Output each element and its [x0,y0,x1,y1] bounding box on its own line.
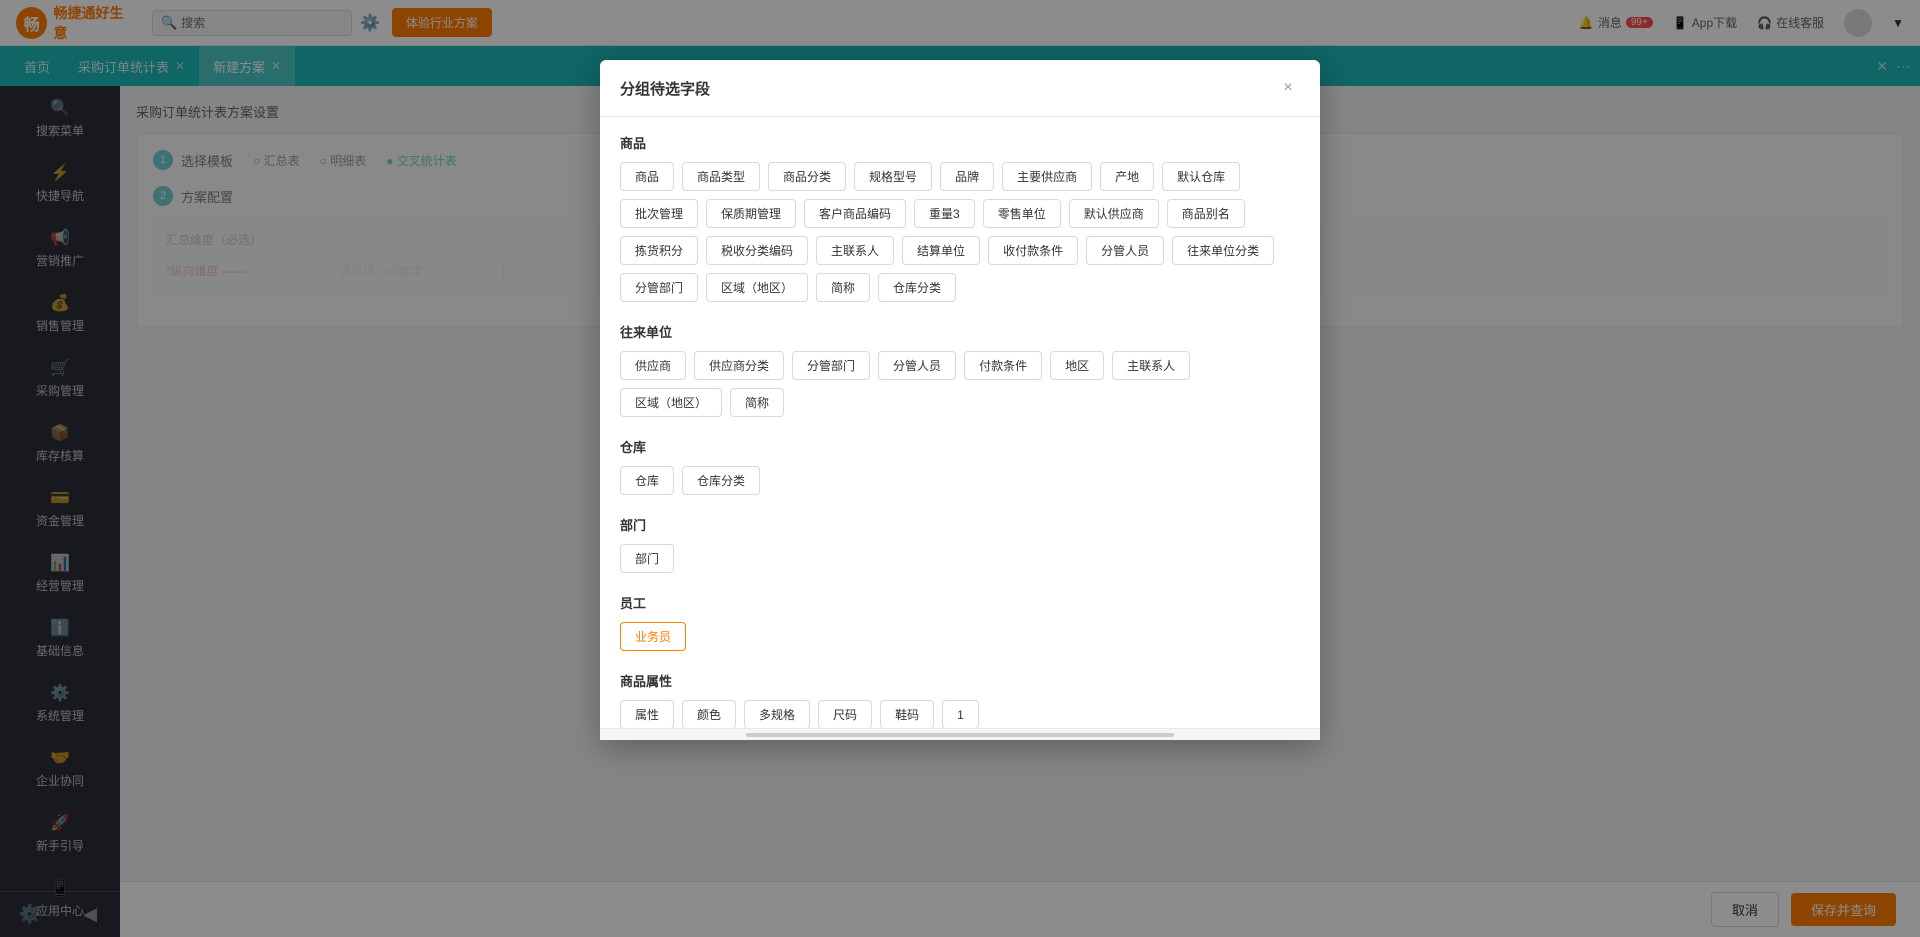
field-tags-employee: 业务员 [620,622,1300,651]
field-tag-department[interactable]: 部门 [620,544,674,573]
field-tag-size[interactable]: 尺码 [818,700,872,728]
field-tag-dept[interactable]: 分管部门 [620,273,698,302]
field-tag-warehouse-category[interactable]: 仓库分类 [682,466,760,495]
field-tag-settlement-unit[interactable]: 结算单位 [902,236,980,265]
field-tag-custom1[interactable]: 1 [942,700,979,728]
modal-body[interactable]: 商品 商品 商品类型 商品分类 规格型号 品牌 主要供应商 产地 默认仓库 批次… [600,117,1320,728]
field-tag-customer-code[interactable]: 客户商品编码 [804,199,906,228]
field-tag-product-category[interactable]: 商品分类 [768,162,846,191]
field-tag-main-contact[interactable]: 主联系人 [816,236,894,265]
field-group-product-attr: 商品属性 属性 颜色 多规格 尺码 鞋码 1 [620,671,1300,728]
field-tags-dept: 部门 [620,544,1300,573]
field-tags-product-attr: 属性 颜色 多规格 尺码 鞋码 1 [620,700,1300,728]
field-tag-color[interactable]: 颜色 [682,700,736,728]
field-group-warehouse: 仓库 仓库 仓库分类 [620,437,1300,495]
field-tag-warehouse[interactable]: 仓库 [620,466,674,495]
field-tags-warehouse: 仓库 仓库分类 [620,466,1300,495]
field-tag-main-supplier[interactable]: 主要供应商 [1002,162,1092,191]
field-group-product: 商品 商品 商品类型 商品分类 规格型号 品牌 主要供应商 产地 默认仓库 批次… [620,133,1300,302]
field-tag-partner-short[interactable]: 简称 [730,388,784,417]
field-tag-default-warehouse[interactable]: 默认仓库 [1162,162,1240,191]
modal: 分组待选字段 × 商品 商品 商品类型 商品分类 规格型号 品牌 主要供应商 产… [600,60,1320,740]
field-tag-expiry-mgmt[interactable]: 保质期管理 [706,199,796,228]
field-group-dept-title: 部门 [620,515,1300,534]
modal-title: 分组待选字段 [620,78,710,99]
field-tag-partner-region[interactable]: 区域（地区） [620,388,722,417]
field-tag-tax-code[interactable]: 税收分类编码 [706,236,808,265]
field-group-employee-title: 员工 [620,593,1300,612]
field-tag-payment-terms[interactable]: 收付款条件 [988,236,1078,265]
field-tag-spec-model[interactable]: 规格型号 [854,162,932,191]
field-tag-partner-contact[interactable]: 主联系人 [1112,351,1190,380]
field-tag-partner-type[interactable]: 往来单位分类 [1172,236,1274,265]
field-tag-supplier[interactable]: 供应商 [620,351,686,380]
field-tag-product-alias[interactable]: 商品别名 [1167,199,1245,228]
field-tag-batch-mgmt[interactable]: 批次管理 [620,199,698,228]
field-tag-warehouse-cat[interactable]: 仓库分类 [878,273,956,302]
field-tag-origin[interactable]: 产地 [1100,162,1154,191]
modal-hscrollbar[interactable] [600,728,1320,740]
field-tag-region[interactable]: 区域（地区） [706,273,808,302]
field-tag-default-supplier[interactable]: 默认供应商 [1069,199,1159,228]
field-group-dept: 部门 部门 [620,515,1300,573]
field-group-warehouse-title: 仓库 [620,437,1300,456]
field-tag-shoe-size[interactable]: 鞋码 [880,700,934,728]
field-group-employee: 员工 业务员 [620,593,1300,651]
field-tag-partner-dept[interactable]: 分管部门 [792,351,870,380]
field-tag-product-type[interactable]: 商品类型 [682,162,760,191]
field-tag-payment-cond[interactable]: 付款条件 [964,351,1042,380]
field-tag-manager[interactable]: 分管人员 [1086,236,1164,265]
field-tag-supplier-cat[interactable]: 供应商分类 [694,351,784,380]
field-tag-short-name[interactable]: 简称 [816,273,870,302]
field-tag-pick-points[interactable]: 拣货积分 [620,236,698,265]
field-group-product-attr-title: 商品属性 [620,671,1300,690]
field-tag-attr[interactable]: 属性 [620,700,674,728]
field-tag-partner-manager[interactable]: 分管人员 [878,351,956,380]
field-tags-product: 商品 商品类型 商品分类 规格型号 品牌 主要供应商 产地 默认仓库 批次管理 … [620,162,1300,302]
field-tag-retail-unit[interactable]: 零售单位 [983,199,1061,228]
field-tag-salesperson[interactable]: 业务员 [620,622,686,651]
field-tag-area[interactable]: 地区 [1050,351,1104,380]
modal-overlay: 分组待选字段 × 商品 商品 商品类型 商品分类 规格型号 品牌 主要供应商 产… [0,0,1920,937]
modal-header: 分组待选字段 × [600,60,1320,117]
field-tag-weight[interactable]: 重量3 [914,199,975,228]
field-group-partner: 往来单位 供应商 供应商分类 分管部门 分管人员 付款条件 地区 主联系人 区域… [620,322,1300,417]
field-tag-product[interactable]: 商品 [620,162,674,191]
field-tag-brand[interactable]: 品牌 [940,162,994,191]
field-tags-partner: 供应商 供应商分类 分管部门 分管人员 付款条件 地区 主联系人 区域（地区） … [620,351,1300,417]
field-group-partner-title: 往来单位 [620,322,1300,341]
field-tag-multi-spec[interactable]: 多规格 [744,700,810,728]
modal-close-button[interactable]: × [1276,76,1300,100]
field-group-product-title: 商品 [620,133,1300,152]
